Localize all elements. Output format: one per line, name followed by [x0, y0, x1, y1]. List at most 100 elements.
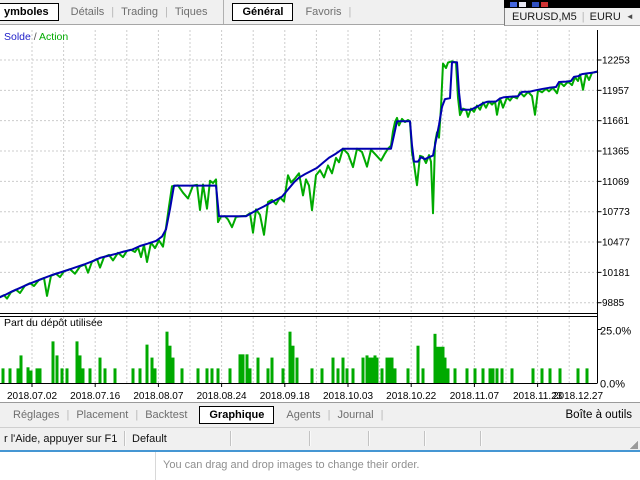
tab-details[interactable]: Détails [64, 6, 112, 18]
chart-tabs-block: EURUSD,M5 | EURU ◄ ► [504, 0, 640, 26]
mt5-tester-window: 12253 11957 11661 11365 11069 10773 10477 10181… [0, 0, 640, 480]
tab-agents[interactable]: Agents [279, 409, 327, 421]
y-axis-label: 11957 [602, 86, 630, 97]
deposit-load-bar [540, 368, 544, 384]
tab-journal[interactable]: Journal [331, 409, 381, 421]
tester-tabs-bar: Réglages | Placement | Backtest Graphiqu… [0, 402, 640, 427]
deposit-load-bar [351, 368, 355, 384]
deposit-load-bar [291, 345, 295, 384]
deposit-load-bar [433, 333, 437, 384]
status-help-text: r l'Aide, appuyer sur F1 [4, 433, 118, 445]
deposit-load-bar [488, 368, 492, 384]
deposit-load-bar [310, 368, 314, 384]
status-separator [424, 431, 425, 446]
deposit-load-bar [491, 368, 495, 384]
deposit-load-bar [281, 368, 285, 384]
deposit-load-bar [375, 357, 379, 384]
deposit-load-bar [585, 368, 589, 384]
x-axis-label: 2018.07.02 [7, 391, 57, 402]
deposit-load-bar [26, 367, 30, 384]
x-axis-label: 2018.08.07 [133, 391, 183, 402]
y-axis-label: 11069 [602, 177, 630, 188]
deposit-load-bar [558, 368, 562, 384]
footer-hint-bar: You can drag and drop images to change t… [0, 450, 640, 480]
deposit-load-bar [216, 368, 220, 384]
pct-min-label: 0.0% [600, 379, 625, 391]
tab-reglages[interactable]: Réglages [6, 409, 66, 421]
toolbox-title: Boîte à outils [565, 409, 632, 421]
deposit-load-bar [336, 368, 340, 384]
deposit-load-bar [75, 341, 79, 384]
deposit-load-bar [35, 368, 39, 384]
status-separator [309, 431, 310, 446]
deposit-load-bar [103, 368, 107, 384]
deposit-load-bar [60, 368, 64, 384]
market-watch-tabs: ymboles Détails | Trading | Tiques [0, 0, 214, 24]
status-separator [124, 431, 125, 446]
scroll-left-icon[interactable]: ◄ [626, 12, 634, 21]
deposit-load-bar [531, 368, 535, 384]
tab-separator: | [380, 409, 384, 421]
status-separator [480, 431, 481, 446]
deposit-load-bar [288, 331, 292, 384]
status-bar: r l'Aide, appuyer sur F1 Default [0, 427, 640, 451]
deposit-load-bar [390, 357, 394, 384]
deposit-load-bar [393, 368, 397, 384]
y-axis-label: 10477 [602, 238, 630, 249]
deposit-load-bar [465, 368, 469, 384]
deposit-load-bar [436, 346, 440, 384]
chart-tab-eurusd-2[interactable]: EURU [590, 11, 621, 23]
chart-tab-eurusd-m5[interactable]: EURUSD,M5 [512, 11, 577, 23]
deposit-load-bar [98, 357, 102, 384]
y-axis-label: 10773 [602, 207, 630, 218]
pct-max-label: 25.0% [600, 326, 631, 338]
deposit-load-bar [171, 357, 175, 384]
tab-tiques[interactable]: Tiques [168, 6, 215, 18]
tab-graphique[interactable]: Graphique [199, 406, 275, 424]
deposit-load-bar [81, 368, 85, 384]
window-icon-0 [510, 1, 517, 7]
deposit-load-bar [345, 368, 349, 384]
window-icon-2 [532, 1, 539, 7]
deposit-load-bar [266, 368, 270, 384]
deposit-load-bar [370, 357, 374, 384]
deposit-load-bar [165, 331, 169, 384]
x-axis-label: 2018.10.03 [323, 391, 373, 402]
window-icon-1 [519, 1, 526, 7]
deposit-load-bar [495, 368, 499, 384]
legend-action: Action [39, 31, 69, 43]
deposit-load-bar [16, 368, 20, 384]
chart-legend: Solde / Action [4, 31, 68, 43]
deposit-load-bar [256, 357, 260, 384]
x-axis-label: 2018.07.16 [70, 391, 120, 402]
tab-backtest[interactable]: Backtest [138, 409, 194, 421]
deposit-load-bar [29, 370, 33, 384]
deposit-load-bar [365, 355, 369, 384]
deposit-load-bar [180, 368, 184, 384]
footer-hint-text: You can drag and drop images to change t… [163, 459, 420, 471]
deposit-load-bar [380, 368, 384, 384]
status-separator [230, 431, 231, 446]
tab-separator: | [348, 6, 352, 18]
status-profile[interactable]: Default [132, 433, 167, 445]
tab-placement[interactable]: Placement [69, 409, 135, 421]
deposit-load-bar [406, 368, 410, 384]
window-icon-3 [541, 1, 548, 7]
x-axis-label: 2018.10.22 [386, 391, 436, 402]
tab-general[interactable]: Général [232, 3, 294, 21]
deposit-load-bar [473, 368, 477, 384]
deposit-load-bar [385, 357, 389, 384]
deposit-load-bar [481, 368, 485, 384]
legend-separator: / [33, 31, 37, 43]
deposit-load-bar [238, 354, 242, 384]
tab-favoris[interactable]: Favoris [298, 6, 348, 18]
deposit-load-bar [51, 341, 55, 384]
deposit-load-bar [295, 357, 299, 384]
x-axis-label: 2018.12.27 [553, 391, 603, 402]
tab-trading[interactable]: Trading [114, 6, 165, 18]
resize-grip[interactable] [630, 441, 638, 449]
tab-symboles[interactable]: ymboles [0, 3, 59, 21]
deposit-load-bar [576, 368, 580, 384]
y-axis-label: 11661 [602, 116, 630, 127]
deposit-load-bar [65, 368, 69, 384]
